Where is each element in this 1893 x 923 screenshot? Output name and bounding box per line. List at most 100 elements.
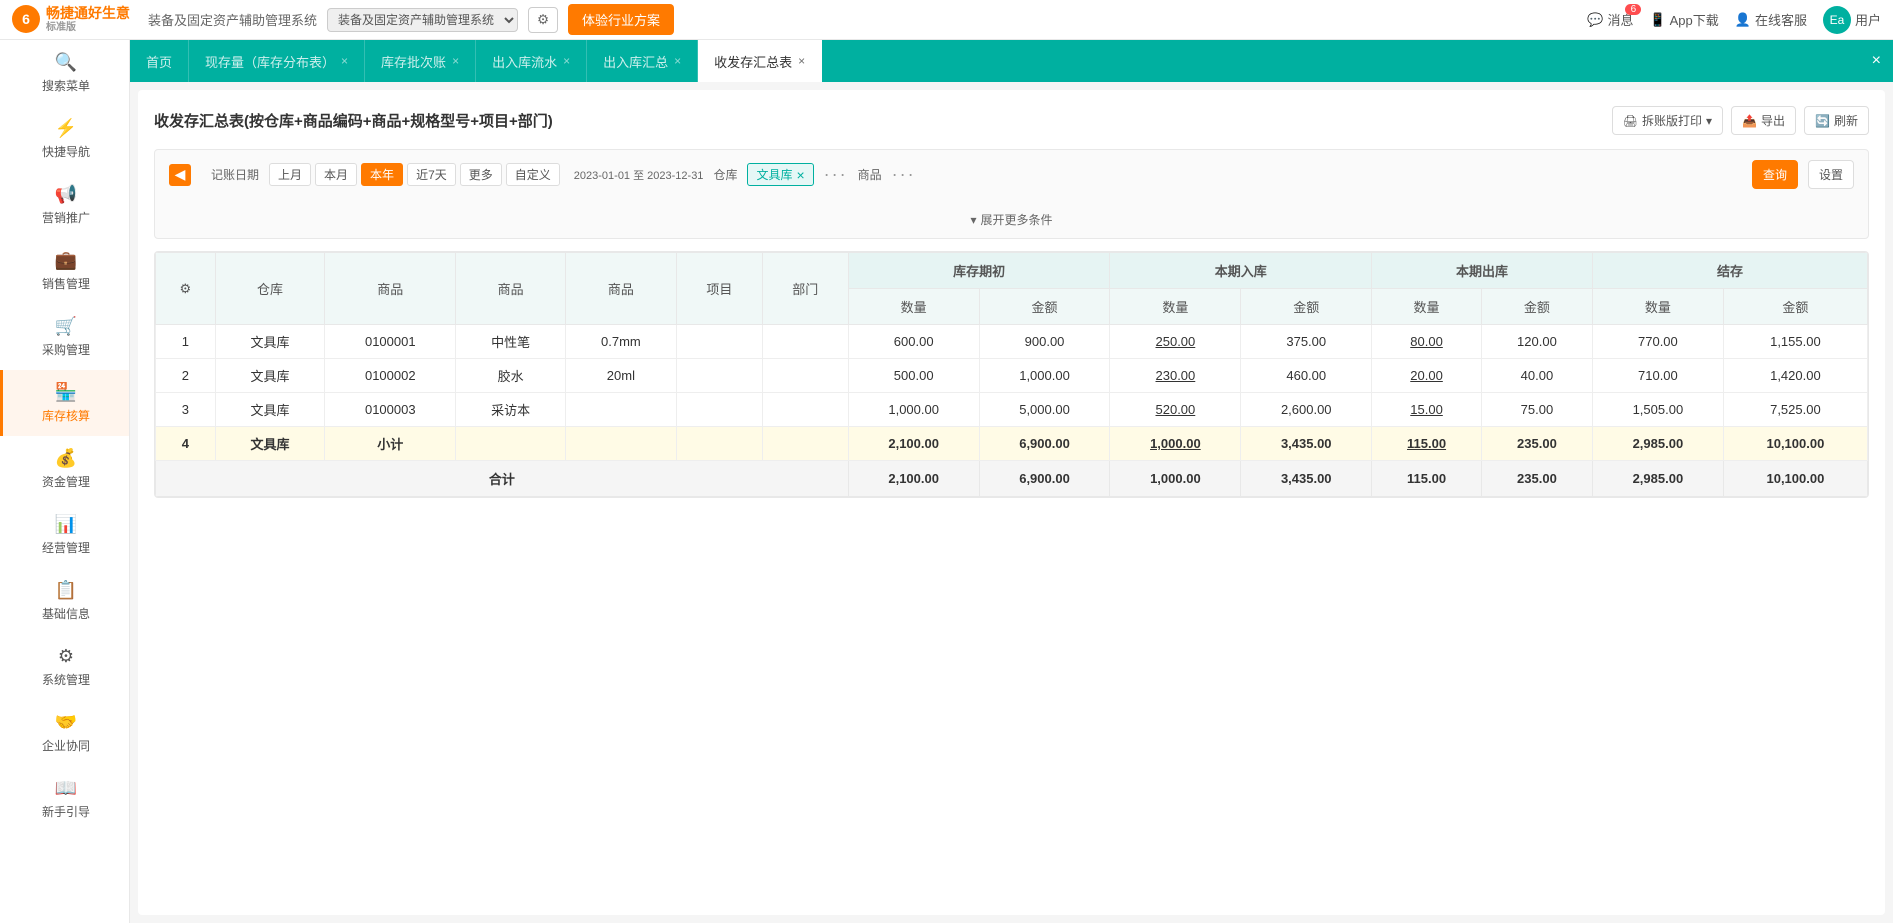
row-dept: [762, 359, 848, 393]
expand-label: 展开更多条件: [981, 211, 1053, 228]
tab-inventory-dist[interactable]: 现存量（库存分布表） ×: [189, 40, 365, 82]
date-btn-more[interactable]: 更多: [460, 163, 502, 186]
row-out-qty[interactable]: 20.00: [1372, 359, 1482, 393]
col-in-amount: 金额: [1241, 289, 1372, 325]
row-out-qty[interactable]: 15.00: [1372, 393, 1482, 427]
sidebar-label-sales: 销售管理: [42, 275, 90, 292]
row-dept: [762, 325, 848, 359]
row-out-qty[interactable]: 115.00: [1372, 427, 1482, 461]
filter-warehouse-label: 仓库: [713, 166, 737, 183]
row-goods-name: [456, 427, 566, 461]
page-title: 收发存汇总表(按仓库+商品编码+商品+规格型号+项目+部门): [154, 110, 553, 131]
sidebar-item-finance[interactable]: 💰 资金管理: [0, 436, 129, 502]
row-no: 2: [156, 359, 216, 393]
col-opening-group: 库存期初: [848, 253, 1110, 289]
row-open-amount: 6,900.00: [979, 427, 1110, 461]
filter-collapse-button[interactable]: ◀: [169, 164, 191, 186]
warehouse-filter-dots[interactable]: ···: [824, 164, 848, 185]
date-btn-7days[interactable]: 近7天: [407, 163, 456, 186]
warehouse-tag-close[interactable]: ×: [796, 168, 804, 182]
tab-home[interactable]: 首页: [130, 40, 189, 82]
app-download-button[interactable]: 📱 App下载: [1649, 10, 1718, 29]
sidebar-label-enterprise: 企业协同: [42, 737, 90, 754]
print-button[interactable]: 🖨 拆账版打印 ▾: [1612, 106, 1723, 135]
data-table: ⚙ 仓库 商品 商品 商品 项目 部门 库存期初 本期入库: [154, 251, 1869, 498]
row-in-qty[interactable]: 250.00: [1110, 325, 1241, 359]
message-button[interactable]: 💬 消息 6: [1587, 10, 1633, 29]
sidebar-label-system: 系统管理: [42, 671, 90, 688]
tab-flow[interactable]: 出入库流水 ×: [476, 40, 587, 82]
row-in-qty[interactable]: 1,000.00: [1110, 427, 1241, 461]
col-bal-amount: 金额: [1723, 289, 1867, 325]
user-button[interactable]: Ea 用户: [1823, 6, 1881, 34]
expand-filter-button[interactable]: ▾ 展开更多条件: [970, 211, 1052, 228]
footer-in-amount: 3,435.00: [1241, 461, 1372, 497]
sidebar-item-enterprise[interactable]: 🤝 企业协同: [0, 700, 129, 766]
row-out-qty[interactable]: 80.00: [1372, 325, 1482, 359]
sidebar-item-basic-info[interactable]: 📋 基础信息: [0, 568, 129, 634]
sidebar-item-sales[interactable]: 💼 销售管理: [0, 238, 129, 304]
row-in-qty[interactable]: 520.00: [1110, 393, 1241, 427]
sidebar-item-purchase[interactable]: 🛒 采购管理: [0, 304, 129, 370]
print-dropdown-icon: ▾: [1706, 114, 1712, 128]
brand-name: 畅捷通好生意: [46, 5, 130, 22]
row-goods-code: 小计: [325, 427, 456, 461]
row-out-amount: 75.00: [1481, 393, 1592, 427]
row-bal-amount: 10,100.00: [1723, 427, 1867, 461]
col-settings-icon[interactable]: ⚙: [180, 281, 192, 296]
sidebar-item-quick-nav[interactable]: ⚡ 快捷导航: [0, 106, 129, 172]
tab-bar-close[interactable]: ×: [1872, 52, 1881, 70]
row-open-qty: 500.00: [848, 359, 979, 393]
col-settings-header[interactable]: ⚙: [156, 253, 216, 325]
sales-icon: 💼: [55, 250, 77, 271]
sidebar-item-newbie[interactable]: 📖 新手引导: [0, 766, 129, 832]
tab-flow-close[interactable]: ×: [563, 54, 570, 68]
tab-flow-label: 出入库流水: [492, 52, 557, 71]
operations-icon: 📊: [55, 514, 77, 535]
enterprise-icon: 🤝: [55, 712, 77, 733]
page-actions: 🖨 拆账版打印 ▾ 📤 导出 🔄 刷新: [1612, 106, 1869, 135]
filter-settings-button[interactable]: 设置: [1808, 160, 1854, 189]
row-bal-amount: 1,155.00: [1723, 325, 1867, 359]
date-btn-this-year[interactable]: 本年: [361, 163, 403, 186]
date-btn-custom[interactable]: 自定义: [506, 163, 560, 186]
online-service-button[interactable]: 👤 在线客服: [1735, 10, 1807, 29]
date-btn-last-month[interactable]: 上月: [269, 163, 311, 186]
table-row: 1文具库0100001中性笔0.7mm600.00900.00250.00375…: [156, 325, 1868, 359]
tab-inout-summary-close[interactable]: ×: [674, 54, 681, 68]
sidebar-item-system[interactable]: ⚙ 系统管理: [0, 634, 129, 700]
row-in-qty[interactable]: 230.00: [1110, 359, 1241, 393]
row-goods-name: 胶水: [456, 359, 566, 393]
date-btn-this-month[interactable]: 本月: [315, 163, 357, 186]
col-in-group: 本期入库: [1110, 253, 1372, 289]
purchase-icon: 🛒: [55, 316, 77, 337]
refresh-button[interactable]: 🔄 刷新: [1804, 106, 1869, 135]
try-industry-button[interactable]: 体验行业方案: [568, 4, 674, 35]
tab-receive-summary[interactable]: 收发存汇总表 ×: [698, 40, 822, 82]
tab-batch-close[interactable]: ×: [452, 54, 459, 68]
row-goods-code: 0100002: [325, 359, 456, 393]
sidebar-label-purchase: 采购管理: [42, 341, 90, 358]
sidebar-item-search[interactable]: 🔍 搜索菜单: [0, 40, 129, 106]
system-select[interactable]: 装备及固定资产辅助管理系统: [327, 8, 518, 32]
tab-inventory-dist-close[interactable]: ×: [341, 54, 348, 68]
tab-inout-summary[interactable]: 出入库汇总 ×: [587, 40, 698, 82]
sidebar-item-inventory[interactable]: 🏪 库存核算: [0, 370, 129, 436]
sidebar-label-marketing: 营销推广: [42, 209, 90, 226]
tab-batch[interactable]: 库存批次账 ×: [365, 40, 476, 82]
settings-button[interactable]: ⚙: [528, 7, 558, 33]
sidebar-label-search: 搜索菜单: [42, 77, 90, 94]
sidebar-item-marketing[interactable]: 📢 营销推广: [0, 172, 129, 238]
row-out-amount: 120.00: [1481, 325, 1592, 359]
export-button[interactable]: 📤 导出: [1731, 106, 1796, 135]
basic-info-icon: 📋: [55, 580, 77, 601]
quick-nav-icon: ⚡: [55, 118, 77, 139]
page-content: 收发存汇总表(按仓库+商品编码+商品+规格型号+项目+部门) 🖨 拆账版打印 ▾…: [130, 82, 1893, 923]
row-warehouse: 文具库: [215, 359, 325, 393]
tab-receive-summary-close[interactable]: ×: [798, 54, 805, 68]
query-button[interactable]: 查询: [1752, 160, 1798, 189]
goods-filter-dots[interactable]: ···: [892, 164, 916, 185]
print-icon: 🖨: [1623, 114, 1638, 128]
sidebar-item-operations[interactable]: 📊 经营管理: [0, 502, 129, 568]
row-goods-spec: [565, 427, 676, 461]
